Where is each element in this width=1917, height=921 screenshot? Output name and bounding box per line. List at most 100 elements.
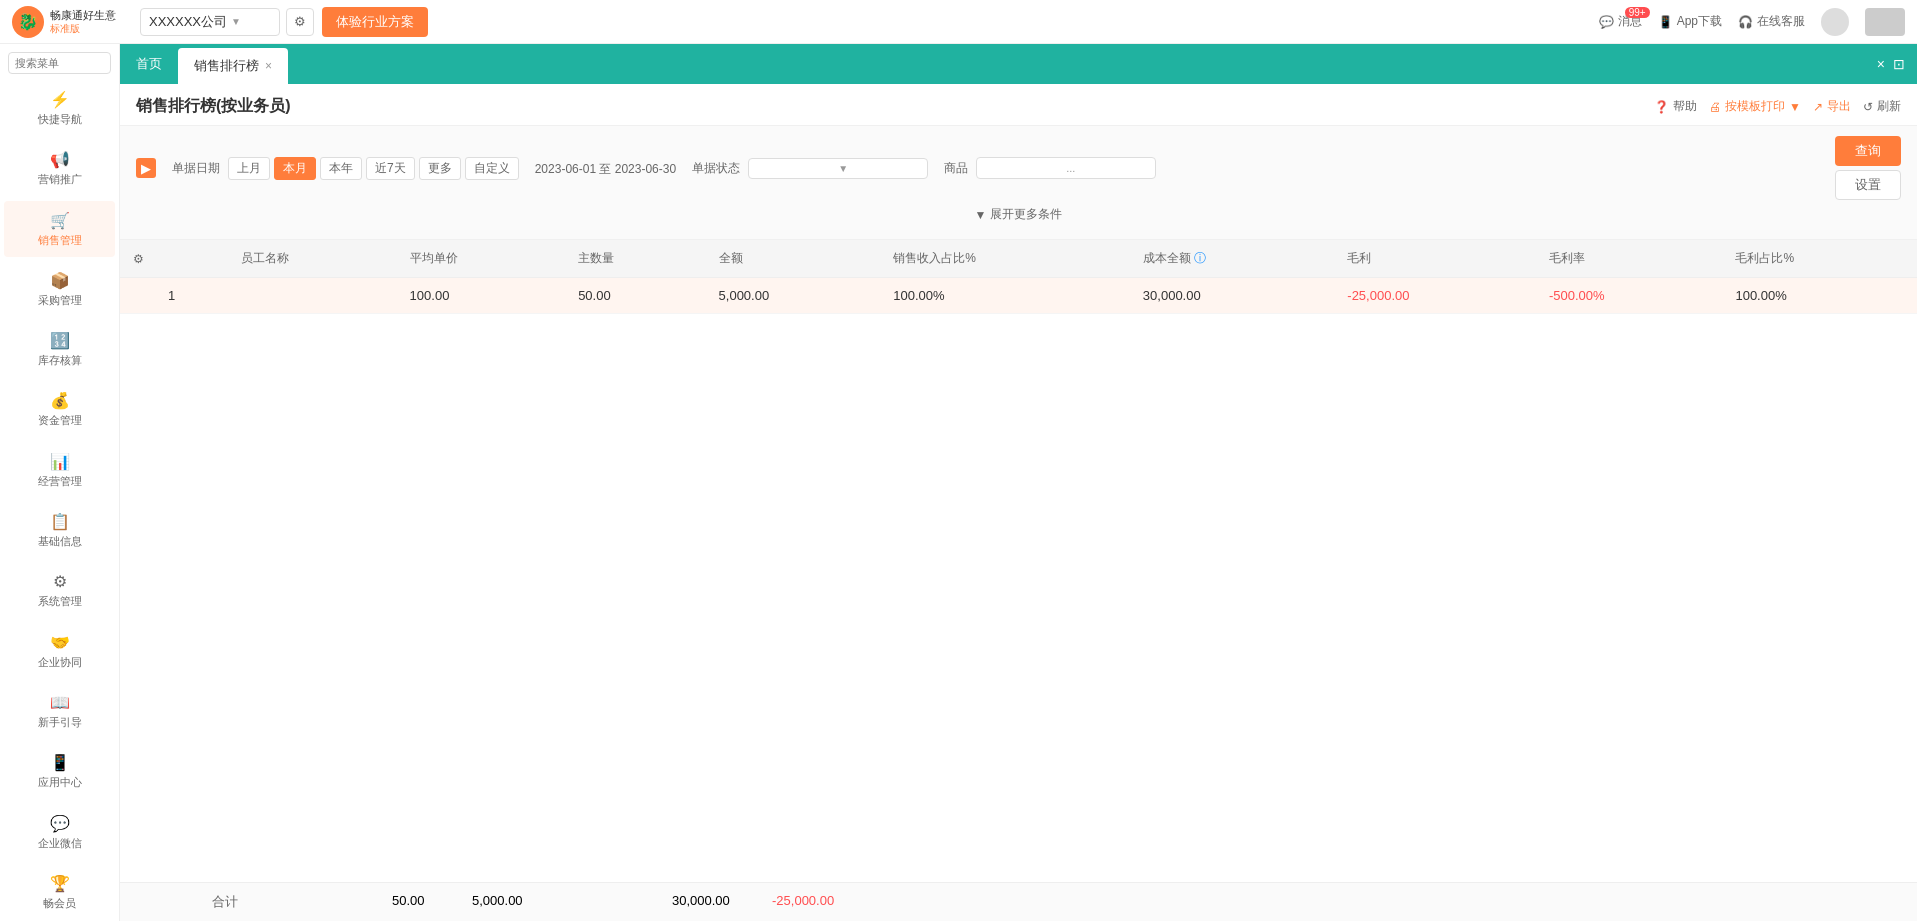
more-button[interactable]: 更多 — [419, 157, 461, 180]
company-name: XXXXXX公司 — [149, 13, 227, 31]
col-cost: 成本全额 ⓘ — [1131, 240, 1335, 278]
export-button[interactable]: ↗ 导出 — [1813, 98, 1851, 115]
goods-more-icon: ... — [1066, 162, 1147, 174]
help-button[interactable]: ❓ 帮助 — [1654, 98, 1697, 115]
this-year-button[interactable]: 本年 — [320, 157, 362, 180]
footer-qty: 50.00 — [392, 893, 472, 911]
sidebar-item-app-center[interactable]: 📱 应用中心 — [4, 743, 115, 799]
sidebar-item-system[interactable]: ⚙ 系统管理 — [4, 562, 115, 618]
print-icon: 🖨 — [1709, 100, 1721, 114]
goods-filter: 商品 ... — [944, 157, 1156, 179]
last7-button[interactable]: 近7天 — [366, 157, 415, 180]
management-icon: 📊 — [50, 452, 70, 471]
print-dropdown-icon: ▼ — [1789, 100, 1801, 114]
col-gross: 毛利 — [1335, 240, 1537, 278]
tab-right-controls: × ⊡ — [1877, 56, 1917, 72]
footer-sales-pct-spacer — [572, 893, 672, 911]
finance-icon: 💰 — [50, 391, 70, 410]
sales-icon: 🛒 — [50, 211, 70, 230]
this-month-button[interactable]: 本月 — [274, 157, 316, 180]
date-range-display: 2023-06-01 至 2023-06-30 — [535, 159, 676, 178]
sidebar-item-member[interactable]: 🏆 畅会员 — [4, 864, 115, 920]
print-button[interactable]: 🖨 按模板打印 ▼ — [1709, 98, 1801, 115]
date-buttons: 上月 本月 本年 近7天 更多 自定义 — [228, 157, 519, 180]
purchase-icon: 📦 — [50, 271, 70, 290]
sidebar-search-area — [0, 44, 119, 78]
filter-collapse-button[interactable]: ▶ — [136, 158, 156, 178]
tab-close-icon[interactable]: × — [265, 59, 272, 73]
header-actions: ❓ 帮助 🖨 按模板打印 ▼ ↗ 导出 ↺ — [1654, 98, 1901, 115]
col-settings: ⚙ — [120, 240, 156, 278]
logo-icon: 🐉 — [12, 6, 44, 38]
inventory-icon: 🔢 — [50, 331, 70, 350]
member-icon: 🏆 — [50, 874, 70, 893]
sidebar-item-basic-info[interactable]: 📋 基础信息 — [4, 502, 115, 558]
status-dropdown-icon: ▼ — [838, 163, 919, 174]
sidebar-item-sales[interactable]: 🛒 销售管理 — [4, 201, 115, 257]
table-area: ⚙ 员工名称 平均单价 主数量 全额 销售收入占比% 成本全额 ⓘ 毛利 毛利率 — [120, 240, 1917, 314]
query-buttons: 查询 设置 — [1835, 136, 1901, 200]
cell-gross: -25,000.00 — [1335, 278, 1537, 314]
sidebar-item-quick-nav[interactable]: ⚡ 快捷导航 — [4, 80, 115, 136]
message-icon: 💬 — [1599, 15, 1614, 29]
custom-button[interactable]: 自定义 — [465, 157, 519, 180]
basic-info-icon: 📋 — [50, 512, 70, 531]
col-rank — [156, 240, 229, 278]
sidebar-item-marketing[interactable]: 📢 营销推广 — [4, 140, 115, 196]
message-button[interactable]: 💬 消息 99+ — [1599, 13, 1642, 30]
goods-input[interactable]: ... — [976, 157, 1156, 179]
sidebar-item-management[interactable]: 📊 经营管理 — [4, 442, 115, 498]
refresh-button[interactable]: ↺ 刷新 — [1863, 98, 1901, 115]
footer-avg-spacer — [312, 893, 392, 911]
trial-button[interactable]: 体验行业方案 — [322, 7, 428, 37]
column-settings-button[interactable]: 设置 — [1835, 170, 1901, 200]
sidebar-item-guide[interactable]: 📖 新手引导 — [4, 683, 115, 739]
enterprise-icon: 🤝 — [50, 633, 70, 652]
top-right: 💬 消息 99+ 📱 App下载 🎧 在线客服 — [1599, 8, 1905, 36]
query-button[interactable]: 查询 — [1835, 136, 1901, 166]
online-service-button[interactable]: 🎧 在线客服 — [1738, 13, 1805, 30]
search-input[interactable] — [8, 52, 111, 74]
footer-cost: 30,000.00 — [672, 893, 772, 911]
sidebar-item-inventory[interactable]: 🔢 库存核算 — [4, 321, 115, 377]
company-selector[interactable]: XXXXXX公司 ▼ — [140, 8, 280, 36]
settings-button[interactable]: ⚙ — [286, 8, 314, 36]
message-badge: 99+ — [1625, 7, 1650, 18]
col-employee: 员工名称 — [229, 240, 398, 278]
col-qty: 主数量 — [566, 240, 706, 278]
filter-area: ▶ 单据日期 上月 本月 本年 近7天 更多 自定义 — [120, 126, 1917, 240]
table-footer: 合计 50.00 5,000.00 30,000.00 -25,000.00 — [120, 882, 1917, 921]
page-title: 销售排行榜(按业务员) — [136, 96, 291, 117]
page-header: 销售排行榜(按业务员) ❓ 帮助 🖨 按模板打印 ▼ ↗ — [120, 84, 1917, 126]
window-close-button[interactable]: × — [1877, 56, 1885, 72]
status-filter: 单据状态 ▼ — [692, 158, 928, 179]
status-select[interactable]: ▼ — [748, 158, 928, 179]
expand-row: ▼ 展开更多条件 — [136, 200, 1901, 229]
footer-label: 合计 — [212, 893, 312, 911]
date-filter: 单据日期 上月 本月 本年 近7天 更多 自定义 — [172, 157, 519, 180]
col-avg-price: 平均单价 — [398, 240, 567, 278]
cell-rank: 1 — [156, 278, 229, 314]
sidebar-item-purchase[interactable]: 📦 采购管理 — [4, 261, 115, 317]
last-month-button[interactable]: 上月 — [228, 157, 270, 180]
main-area: ⚡ 快捷导航 📢 营销推广 🛒 销售管理 📦 采购管理 🔢 库存核算 💰 — [0, 44, 1917, 921]
cell-employee — [229, 278, 398, 314]
sidebar-item-wechat[interactable]: 💬 企业微信 — [4, 804, 115, 860]
tab-bar: 首页 销售排行榜 × × ⊡ — [120, 44, 1917, 84]
footer-rank-spacer — [172, 893, 212, 911]
avatar[interactable] — [1821, 8, 1849, 36]
sidebar-item-enterprise[interactable]: 🤝 企业协同 — [4, 623, 115, 679]
window-restore-button[interactable]: ⊡ — [1893, 56, 1905, 72]
table-row: 1 100.00 50.00 5,000.00 100.00% 30,000.0… — [120, 278, 1917, 314]
expand-more-button[interactable]: ▼ 展开更多条件 — [975, 206, 1063, 223]
cell-amount: 5,000.00 — [707, 278, 882, 314]
app-download-button[interactable]: 📱 App下载 — [1658, 13, 1722, 30]
table-header-row: ⚙ 员工名称 平均单价 主数量 全额 销售收入占比% 成本全额 ⓘ 毛利 毛利率 — [120, 240, 1917, 278]
cell-gross-rate: -500.00% — [1537, 278, 1723, 314]
tab-sales-ranking[interactable]: 销售排行榜 × — [178, 48, 288, 84]
tab-home[interactable]: 首页 — [120, 44, 178, 84]
filter-row: ▶ 单据日期 上月 本月 本年 近7天 更多 自定义 — [136, 136, 1901, 200]
cell-avg-price: 100.00 — [398, 278, 567, 314]
wechat-icon: 💬 — [50, 814, 70, 833]
sidebar-item-finance[interactable]: 💰 资金管理 — [4, 381, 115, 437]
